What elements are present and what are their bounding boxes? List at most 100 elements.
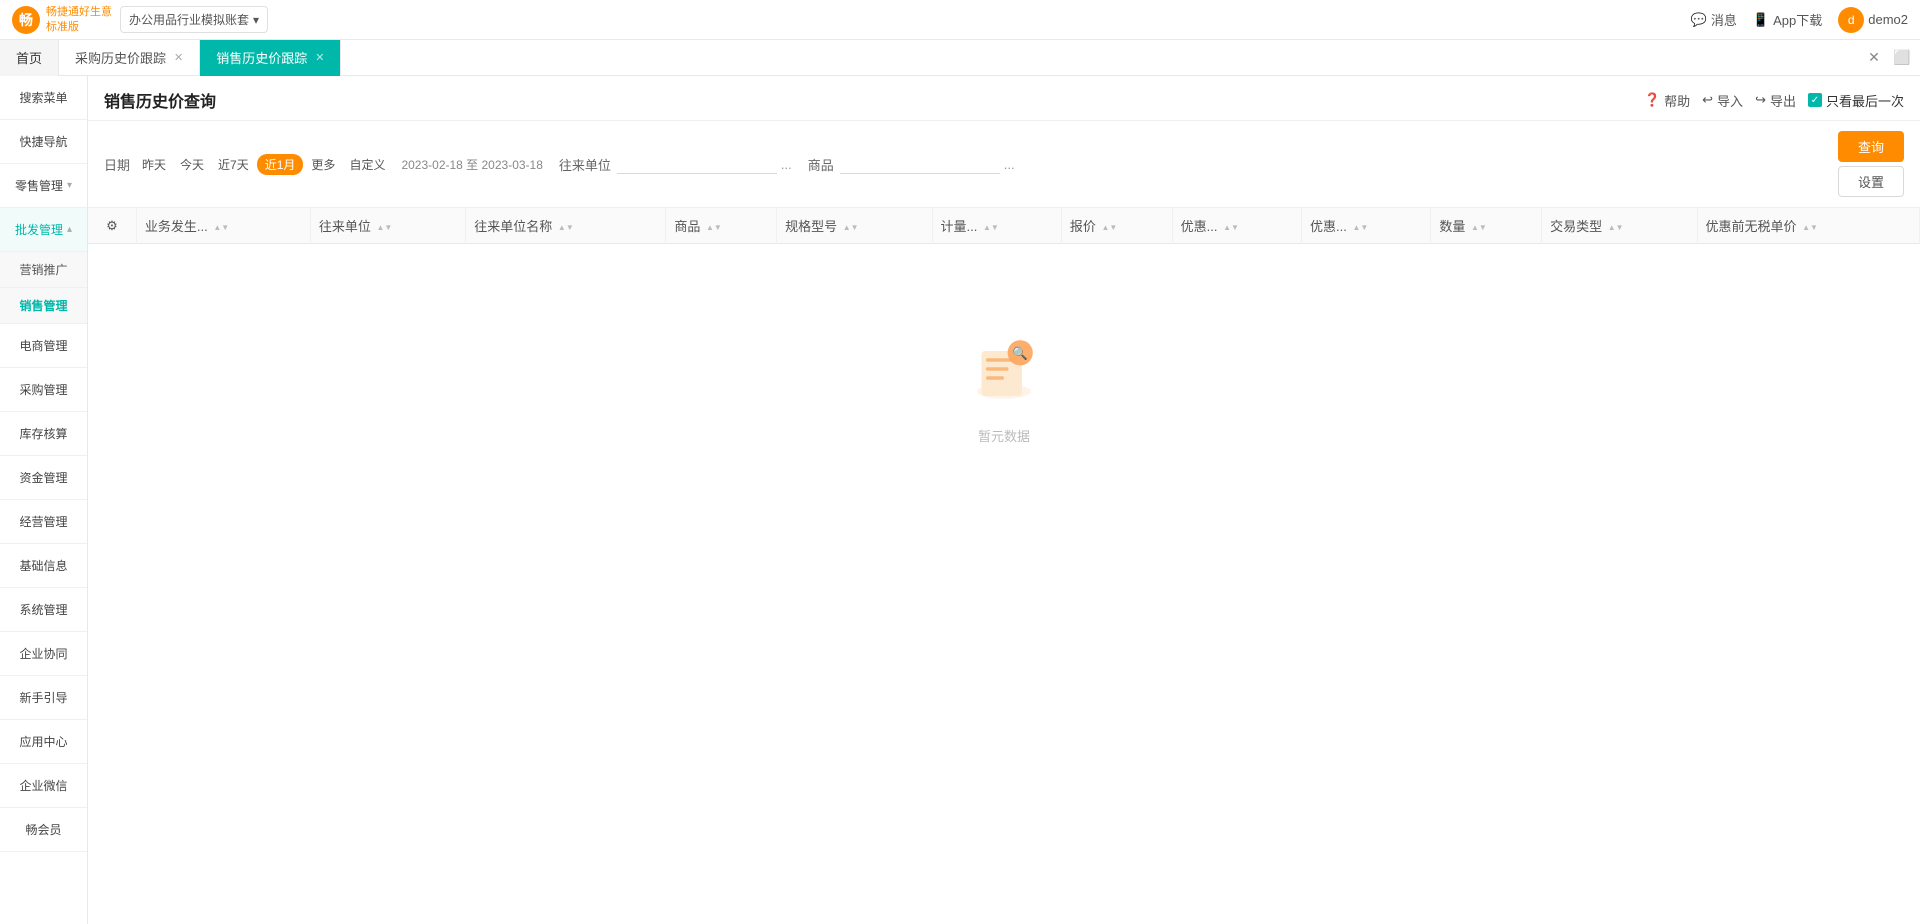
sidebar-item-finance[interactable]: 资金管理 [0, 456, 87, 500]
partner-dots-button[interactable]: ... [781, 157, 792, 172]
sidebar-item-app-center[interactable]: 应用中心 [0, 720, 87, 764]
sort-arrows-unit: ▲▼ [983, 223, 999, 232]
col-biz-date[interactable]: 业务发生... ▲▼ [136, 208, 310, 244]
col-quantity[interactable]: 数量 ▲▼ [1431, 208, 1542, 244]
chevron-down-icon: ▾ [253, 13, 259, 27]
logo-icon: 畅 [12, 6, 40, 34]
goods-filter-group: 商品 ... [808, 154, 1015, 174]
page-title: 销售历史价查询 [104, 88, 216, 112]
goods-filter-label: 商品 [808, 155, 834, 174]
tab-bar: 首页 采购历史价跟踪 ✕ 销售历史价跟踪 ✕ ✕ ⬜ [0, 40, 1920, 76]
sidebar-item-quick-nav[interactable]: 快捷导航 [0, 120, 87, 164]
date-opt-yesterday[interactable]: 昨天 [136, 154, 172, 175]
date-opt-7days[interactable]: 近7天 [212, 154, 255, 175]
sidebar-item-purchase[interactable]: 采购管理 [0, 368, 87, 412]
sidebar-item-sales-mgmt[interactable]: 销售管理 [0, 288, 87, 324]
tab-home[interactable]: 首页 [0, 40, 59, 76]
sidebar-item-enterprise[interactable]: 企业协同 [0, 632, 87, 676]
col-partner-name[interactable]: 往来单位名称 ▲▼ [466, 208, 666, 244]
sort-arrows-biz-date: ▲▼ [213, 223, 229, 232]
sort-arrows-pretax-price: ▲▼ [1802, 223, 1818, 232]
table-header-row: ⚙ 业务发生... ▲▼ 往来单位 ▲▼ 往来单位名称 [88, 208, 1920, 244]
sidebar-item-inventory[interactable]: 库存核算 [0, 412, 87, 456]
sidebar-item-search[interactable]: 搜索菜单 [0, 76, 87, 120]
purchase-history-tab-label: 采购历史价跟踪 [75, 48, 166, 67]
sort-arrows-discount2: ▲▼ [1352, 223, 1368, 232]
settings-button[interactable]: 设置 [1838, 166, 1904, 197]
col-goods[interactable]: 商品 ▲▼ [666, 208, 777, 244]
date-opt-more[interactable]: 更多 [305, 154, 341, 175]
help-button[interactable]: ❓ 帮助 [1644, 91, 1690, 110]
app-selector[interactable]: 办公用品行业模拟账套 ▾ [120, 6, 268, 33]
export-button[interactable]: ↪ 导出 [1755, 91, 1796, 110]
sidebar-item-marketing[interactable]: 营销推广 [0, 252, 87, 288]
close-window-icon[interactable]: ✕ [1864, 48, 1884, 68]
date-opt-custom[interactable]: 自定义 [343, 154, 391, 175]
col-quoted-price[interactable]: 报价 ▲▼ [1061, 208, 1172, 244]
sort-arrows-quoted-price: ▲▼ [1102, 223, 1118, 232]
sidebar-item-search-label: 搜索菜单 [19, 89, 67, 106]
sales-history-tab-label: 销售历史价跟踪 [216, 48, 307, 67]
page-content: 销售历史价查询 ❓ 帮助 ↩ 导入 ↪ 导出 ✓ [88, 76, 1920, 924]
col-unit[interactable]: 计量... ▲▼ [932, 208, 1061, 244]
wholesale-chevron-up-icon: ▴ [67, 224, 72, 235]
import-icon: ↩ [1702, 92, 1713, 108]
date-options: 昨天 今天 近7天 近1月 更多 自定义 [136, 154, 391, 175]
sidebar-item-ecommerce[interactable]: 电商管理 [0, 324, 87, 368]
sort-arrows-partner-code: ▲▼ [377, 223, 393, 232]
sidebar-item-retail[interactable]: 零售管理 ▾ [0, 164, 87, 208]
only-last-checkbox-label[interactable]: ✓ 只看最后一次 [1808, 91, 1904, 110]
query-button[interactable]: 查询 [1838, 131, 1904, 162]
goods-dots-button[interactable]: ... [1004, 157, 1015, 172]
date-opt-today[interactable]: 今天 [174, 154, 210, 175]
goods-input[interactable] [840, 154, 1000, 174]
date-filter-label: 日期 [104, 155, 130, 174]
sidebar-item-guide[interactable]: 新手引导 [0, 676, 87, 720]
sort-arrows-discount1: ▲▼ [1223, 223, 1239, 232]
date-range-text: 2023-02-18 至 2023-03-18 [401, 156, 542, 173]
filter-actions: 查询 设置 [1838, 131, 1904, 197]
col-spec[interactable]: 规格型号 ▲▼ [777, 208, 932, 244]
data-table: ⚙ 业务发生... ▲▼ 往来单位 ▲▼ 往来单位名称 [88, 208, 1920, 244]
tab-sales-history[interactable]: 销售历史价跟踪 ✕ [200, 40, 341, 76]
sidebar-item-member[interactable]: 畅会员 [0, 808, 87, 852]
home-tab-label: 首页 [16, 48, 42, 67]
col-partner-code[interactable]: 往来单位 ▲▼ [310, 208, 465, 244]
tab-purchase-history[interactable]: 采购历史价跟踪 ✕ [59, 40, 200, 76]
col-discount1[interactable]: 优惠... ▲▼ [1172, 208, 1301, 244]
partner-filter-label: 往来单位 [559, 155, 611, 174]
purchase-history-tab-close[interactable]: ✕ [174, 51, 183, 64]
sidebar-item-enterprise-wechat[interactable]: 企业微信 [0, 764, 87, 808]
message-action[interactable]: 💬 消息 [1691, 10, 1737, 29]
col-discount2[interactable]: 优惠... ▲▼ [1301, 208, 1430, 244]
table-wrapper: ⚙ 业务发生... ▲▼ 往来单位 ▲▼ 往来单位名称 [88, 208, 1920, 924]
import-button[interactable]: ↩ 导入 [1702, 91, 1743, 110]
sort-arrows-trade-type: ▲▼ [1608, 223, 1624, 232]
date-filter-group: 日期 昨天 今天 近7天 近1月 更多 自定义 2023-02-18 至 202… [104, 154, 543, 175]
date-opt-1month[interactable]: 近1月 [257, 154, 304, 175]
sidebar-item-basic-info[interactable]: 基础信息 [0, 544, 87, 588]
col-trade-type[interactable]: 交易类型 ▲▼ [1542, 208, 1697, 244]
app-download-action[interactable]: 📱 App下载 [1753, 10, 1822, 29]
help-icon: ❓ [1644, 92, 1660, 108]
sidebar-sub-section: 营销推广 销售管理 [0, 252, 87, 324]
sidebar: 搜索菜单 快捷导航 零售管理 ▾ 批发管理 ▴ 营销推广 销售管理 电商管理 采… [0, 76, 88, 924]
goods-input-area: ... [840, 154, 1015, 174]
sort-arrows-quantity: ▲▼ [1471, 223, 1487, 232]
col-pretax-price[interactable]: 优惠前无税单价 ▲▼ [1697, 208, 1920, 244]
user-profile[interactable]: d demo2 [1838, 7, 1908, 33]
col-gear[interactable]: ⚙ [88, 208, 136, 244]
top-bar: 畅 畅捷通好生意 标准版 办公用品行业模拟账套 ▾ 💬 消息 📱 App下载 d… [0, 0, 1920, 40]
sales-history-tab-close[interactable]: ✕ [315, 51, 324, 64]
content-area: 销售历史价查询 ❓ 帮助 ↩ 导入 ↪ 导出 ✓ [88, 76, 1920, 924]
message-icon: 💬 [1691, 12, 1707, 28]
sidebar-item-operations[interactable]: 经营管理 [0, 500, 87, 544]
sidebar-item-sys-mgmt[interactable]: 系统管理 [0, 588, 87, 632]
sidebar-item-wholesale[interactable]: 批发管理 ▴ [0, 208, 87, 252]
logo-text: 畅捷通好生意 标准版 [46, 5, 112, 34]
sidebar-item-wholesale-label: 批发管理 [15, 221, 63, 238]
sidebar-item-retail-label: 零售管理 [15, 177, 63, 194]
retail-chevron-down-icon: ▾ [67, 180, 72, 191]
maximize-icon[interactable]: ⬜ [1892, 48, 1912, 68]
partner-input[interactable] [617, 154, 777, 174]
